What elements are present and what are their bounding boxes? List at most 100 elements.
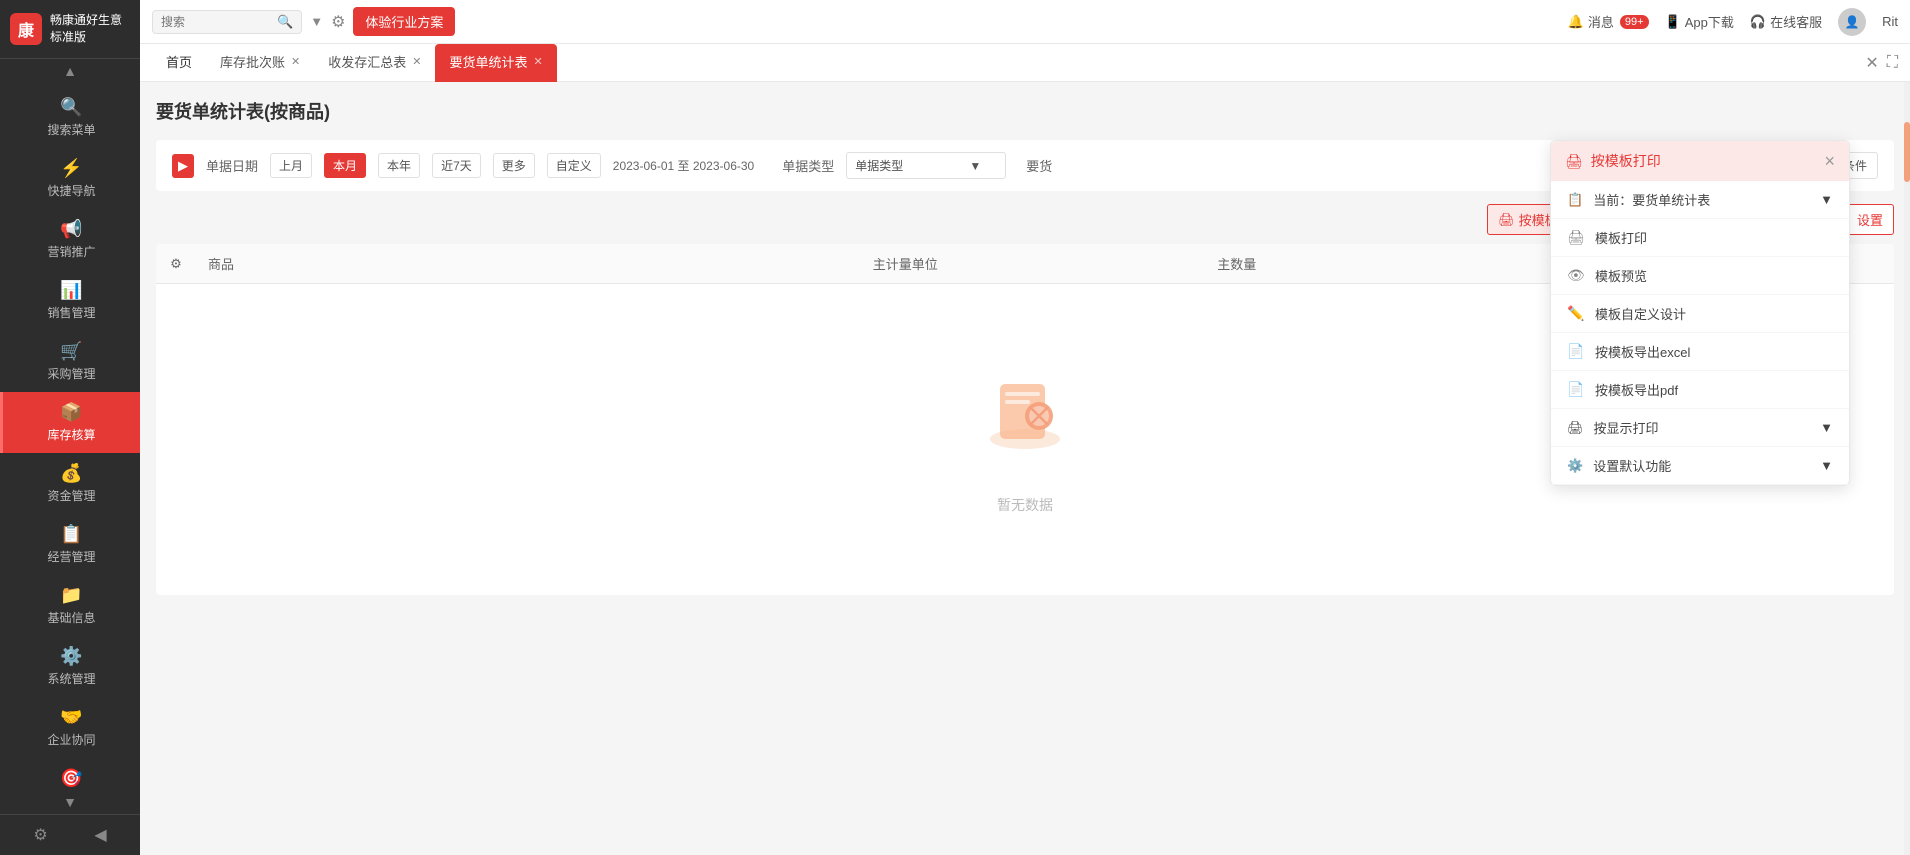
sidebar-item-system[interactable]: ⚙️系统管理 xyxy=(0,636,140,697)
settings-footer-icon[interactable]: ⚙ xyxy=(33,825,47,845)
template-preview-icon: 👁 xyxy=(1567,267,1585,285)
current-template-item[interactable]: 📋 当前：要货单统计表 ▼ xyxy=(1551,181,1849,219)
collapse-icon[interactable]: ◀ xyxy=(94,825,106,845)
tab-close-all-icon[interactable]: ✕ xyxy=(1865,53,1878,73)
display-print-icon: 🖨 xyxy=(1567,420,1584,436)
sidebar-item-operation[interactable]: 📋 经营管理 xyxy=(0,514,140,575)
current-template-label: 当前：要货单统计表 xyxy=(1593,190,1710,209)
search-wrapper: 🔍 xyxy=(152,10,302,34)
dropdown-item-template-print[interactable]: 🖨 模板打印 xyxy=(1551,219,1849,257)
filter-expand-btn[interactable]: ▶ xyxy=(172,154,194,178)
template-pdf-label: 按模板导出pdf xyxy=(1595,380,1678,399)
set-default-left: ⚙️ 设置默认功能 xyxy=(1567,456,1671,475)
avatar[interactable]: 👤 xyxy=(1838,8,1866,36)
set-default-item[interactable]: ⚙️ 设置默认功能 ▼ xyxy=(1551,447,1849,485)
dropdown-close-btn[interactable]: × xyxy=(1824,152,1835,170)
tab-home[interactable]: 首页 xyxy=(152,44,206,82)
sidebar-shortcut-icon: ⚡ xyxy=(60,158,82,179)
select-arrow-icon: ▼ xyxy=(969,159,981,173)
tab-batch-account-close[interactable]: ✕ xyxy=(291,55,300,68)
col-qty: 主数量 xyxy=(1205,244,1549,283)
gear-icon[interactable]: ⚙ xyxy=(331,12,345,32)
settings-col-icon[interactable]: ⚙ xyxy=(170,256,182,271)
display-print-label: 按显示打印 xyxy=(1594,418,1659,437)
vertical-scrollbar[interactable] xyxy=(1904,82,1910,855)
sidebar-item-search[interactable]: 🔍搜索菜单 xyxy=(0,87,140,148)
sidebar-operation-icon: 📋 xyxy=(60,524,82,545)
sidebar-item-inventory[interactable]: 📦库存核算 xyxy=(0,392,140,453)
sidebar-basic-label: 基础信息 xyxy=(47,609,95,626)
sidebar-newbie-icon: 🎯 xyxy=(60,768,82,789)
date-label: 单据日期 xyxy=(206,156,258,175)
template-custom-icon: ✏️ xyxy=(1567,305,1585,323)
date-btn-custom[interactable]: 自定义 xyxy=(547,153,601,178)
date-range: 2023-06-01 至 2023-06-30 xyxy=(613,157,754,174)
user-name: Rit xyxy=(1882,14,1898,29)
sidebar-item-newbie[interactable]: 🎯新手引导 xyxy=(0,758,140,790)
current-template-icon: 📋 xyxy=(1567,192,1583,208)
date-btn-this-year[interactable]: 本年 xyxy=(378,153,420,178)
industry-btn[interactable]: 体验行业方案 xyxy=(353,7,455,36)
date-btn-last-month[interactable]: 上月 xyxy=(270,153,312,178)
notifications-label: 消息 xyxy=(1588,12,1614,31)
page-title: 要货单统计表(按商品) xyxy=(156,98,1894,124)
date-btn-more[interactable]: 更多 xyxy=(493,153,535,178)
set-default-arrow: ▼ xyxy=(1820,458,1833,473)
online-service-item[interactable]: 🎧 在线客服 xyxy=(1750,12,1822,31)
sidebar-inventory-label: 库存核算 xyxy=(47,426,95,443)
sidebar-scroll-down[interactable]: ▼ xyxy=(0,790,140,814)
sidebar-item-marketing[interactable]: 📢 营销推广 xyxy=(0,209,140,270)
col-check: ⚙ xyxy=(156,246,196,282)
template-pdf-icon: 📄 xyxy=(1567,381,1585,399)
display-print-left: 🖨 按显示打印 xyxy=(1567,418,1659,437)
tab-batch-account[interactable]: 库存批次账 ✕ xyxy=(206,44,314,82)
dropdown-arrow-icon[interactable]: ▼ xyxy=(310,14,323,29)
dropdown-printer-icon: 🖨 xyxy=(1565,153,1583,170)
sidebar-item-finance[interactable]: 💰资金管理 xyxy=(0,453,140,514)
sidebar-item-collab[interactable]: 🤝企业协同 xyxy=(0,697,140,758)
sidebar-operation-label: 经营管理 xyxy=(47,548,95,565)
tab-order-stats-label: 要货单统计表 xyxy=(449,52,527,71)
notifications-item[interactable]: 🔔 消息 99+ xyxy=(1568,12,1649,31)
dropdown-item-template-excel[interactable]: 📄 按模板导出excel xyxy=(1551,333,1849,371)
search-icon: 🔍 xyxy=(277,14,293,30)
date-btn-this-month[interactable]: 本月 xyxy=(324,153,366,178)
sidebar-purchase-icon: 🛒 xyxy=(60,341,82,362)
type-select[interactable]: 单据类型 ▼ xyxy=(846,152,1006,179)
search-input[interactable] xyxy=(161,15,271,29)
display-print-arrow: ▼ xyxy=(1820,420,1833,435)
sidebar-marketing-label: 营销推广 xyxy=(47,243,95,260)
notifications-badge: 99+ xyxy=(1620,15,1649,29)
settings-btn[interactable]: 设置 xyxy=(1846,204,1894,235)
sidebar-search-label: 搜索菜单 xyxy=(47,121,95,138)
sidebar-marketing-icon: 📢 xyxy=(60,219,82,240)
print-template-dropdown: 🖨 按模板打印 × 📋 当前：要货单统计表 ▼ 🖨 模板打印 👁 模板预览 xyxy=(1550,140,1850,486)
tab-receipt-summary[interactable]: 收发存汇总表 ✕ xyxy=(314,44,435,82)
col-product: 商品 xyxy=(196,244,861,283)
date-btn-7days[interactable]: 近7天 xyxy=(432,153,481,178)
sidebar-item-shortcut[interactable]: ⚡ 快捷导航 xyxy=(0,148,140,209)
tab-receipt-summary-label: 收发存汇总表 xyxy=(328,52,406,71)
dropdown-item-template-custom[interactable]: ✏️ 模板自定义设计 xyxy=(1551,295,1849,333)
display-print-item[interactable]: 🖨 按显示打印 ▼ xyxy=(1551,409,1849,447)
template-preview-label: 模板预览 xyxy=(1595,266,1647,285)
tab-order-stats[interactable]: 要货单统计表 ✕ xyxy=(435,44,556,82)
dropdown-item-template-preview[interactable]: 👁 模板预览 xyxy=(1551,257,1849,295)
app-download-label: App下载 xyxy=(1685,12,1734,31)
dropdown-item-template-pdf[interactable]: 📄 按模板导出pdf xyxy=(1551,371,1849,409)
sidebar-scroll-up[interactable]: ▲ xyxy=(0,59,140,83)
tab-order-stats-close[interactable]: ✕ xyxy=(534,55,543,68)
sidebar-shortcut-label: 快捷导航 xyxy=(47,182,95,199)
tab-expand-icon[interactable]: ⛶ xyxy=(1887,54,1898,72)
sidebar-collab-label: 企业协同 xyxy=(47,731,95,748)
tab-receipt-summary-close[interactable]: ✕ xyxy=(412,55,421,68)
set-default-label: 设置默认功能 xyxy=(1593,456,1671,475)
scrollbar-thumb[interactable] xyxy=(1904,122,1910,182)
sidebar-item-purchase[interactable]: 🛒采购管理 xyxy=(0,331,140,392)
sidebar-basic-icon: 📁 xyxy=(60,585,82,606)
app-download-item[interactable]: 📱 App下载 xyxy=(1665,12,1734,31)
sidebar-item-sales[interactable]: 📊销售管理 xyxy=(0,270,140,331)
content-area: 要货单统计表(按商品) ▶ 单据日期 上月 本月 本年 近7天 更多 自定义 2… xyxy=(140,82,1910,855)
logo-icon: 康 xyxy=(10,13,42,45)
sidebar-item-basic[interactable]: 📁 基础信息 xyxy=(0,575,140,636)
